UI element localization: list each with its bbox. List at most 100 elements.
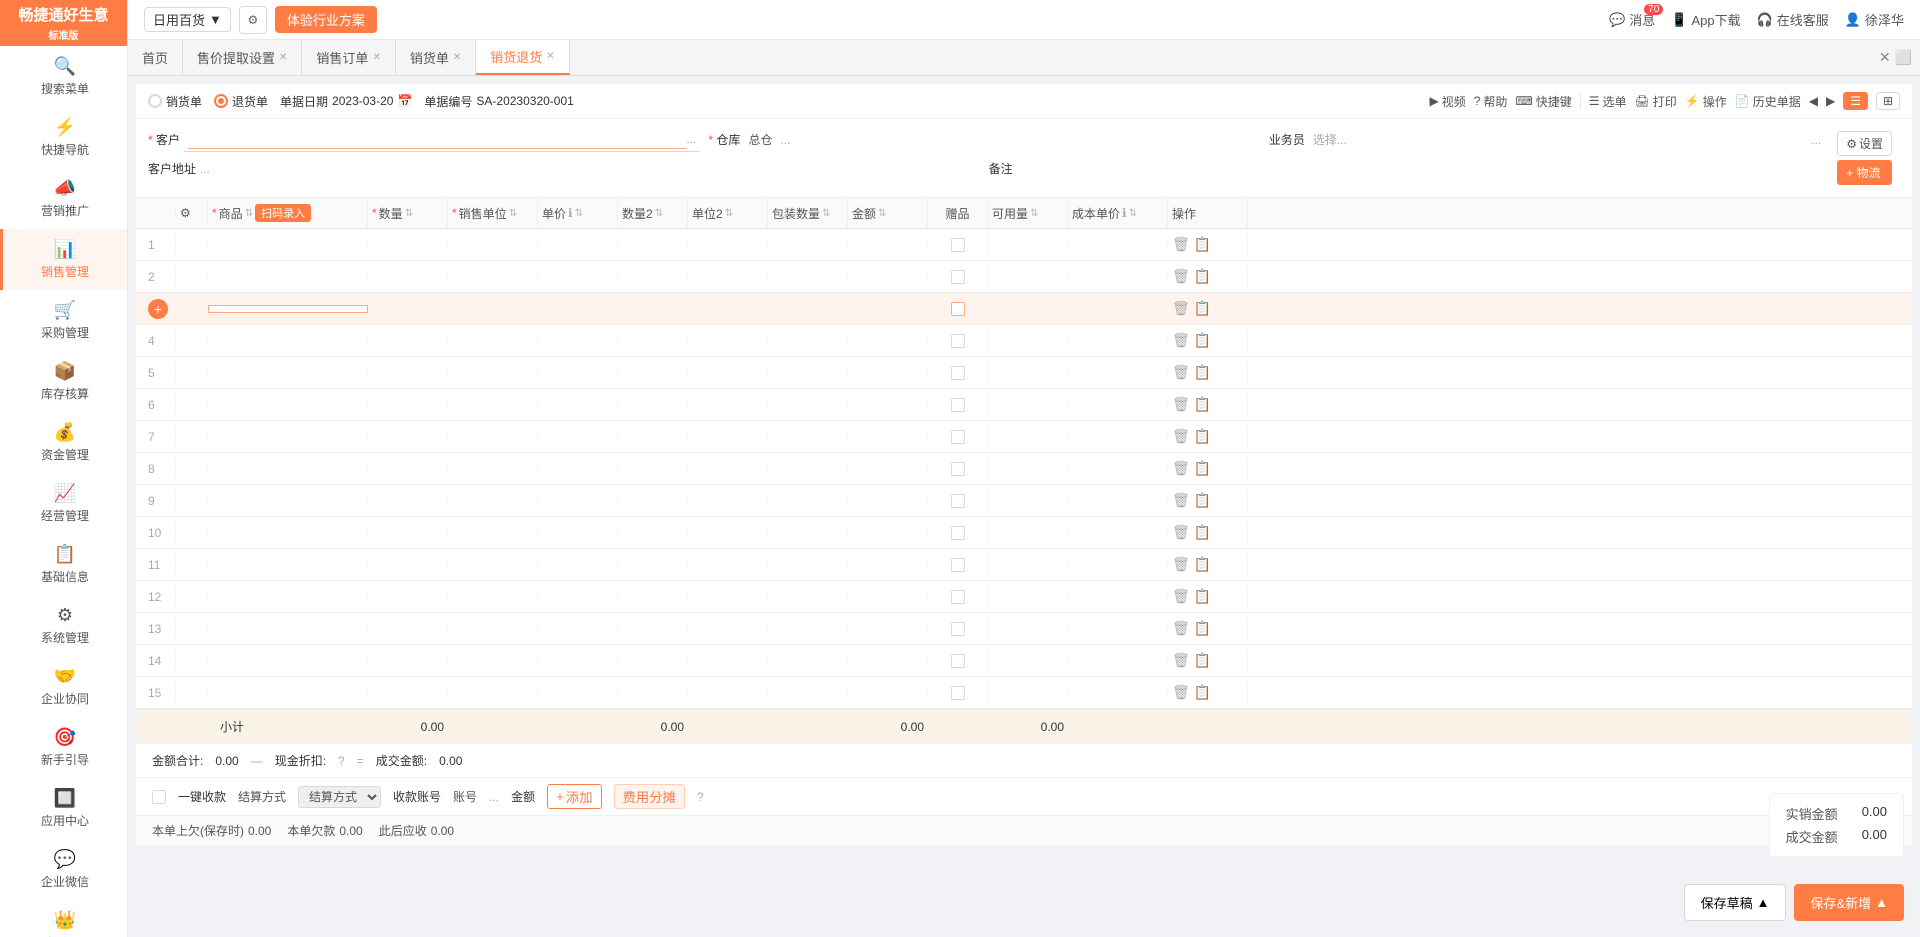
delete-row-icon[interactable]: 🗑 [1172, 332, 1190, 349]
copy-row-icon[interactable]: 📋 [1194, 492, 1211, 509]
copy-row-icon[interactable]: 📋 [1194, 428, 1211, 445]
gift-checkbox[interactable] [951, 270, 965, 284]
sort-icon[interactable]: ⇅ [655, 208, 663, 219]
account-dots[interactable]: ... [489, 790, 499, 804]
tab-price-extract[interactable]: 售价提取设置 ✕ [183, 40, 302, 75]
add-payment-button[interactable]: + 添加 [547, 784, 601, 809]
unit2-cell[interactable] [688, 274, 768, 280]
help-button[interactable]: ? 帮助 [1474, 93, 1508, 110]
unit2-cell[interactable] [688, 306, 768, 312]
delete-row-icon[interactable]: 🗑 [1172, 268, 1190, 285]
price-cell[interactable] [538, 242, 618, 248]
sort-icon[interactable]: ⇅ [245, 208, 253, 219]
sidebar-item-inventory[interactable]: 📦 库存核算 [0, 351, 127, 412]
delete-row-icon[interactable]: 🗑 [1172, 300, 1190, 317]
gift-checkbox[interactable] [951, 462, 965, 476]
select-doc-button[interactable]: ☰ 选单 [1589, 93, 1627, 110]
delete-row-icon[interactable]: 🗑 [1172, 396, 1190, 413]
app-download-button[interactable]: 📱 App下载 [1671, 10, 1740, 29]
category-selector[interactable]: 日用百货 ▼ [144, 7, 231, 32]
chevron-up-icon[interactable]: ▲ [1875, 895, 1888, 910]
add-row-button[interactable]: + [148, 299, 168, 319]
gift-checkbox[interactable] [951, 398, 965, 412]
radio-return[interactable]: 退货单 [214, 93, 268, 110]
gift-checkbox[interactable] [951, 686, 965, 700]
delete-row-icon[interactable]: 🗑 [1172, 428, 1190, 445]
video-help-button[interactable]: ▶ 视频 [1429, 93, 1465, 110]
address-dots[interactable]: ... [200, 162, 210, 176]
delete-row-icon[interactable]: 🗑 [1172, 652, 1190, 669]
sidebar-item-purchase[interactable]: 🛒 采购管理 [0, 290, 127, 351]
sort-icon[interactable]: ⇅ [1129, 208, 1137, 219]
sidebar-item-management[interactable]: 📈 经营管理 [0, 473, 127, 534]
avail-cell[interactable] [988, 274, 1068, 280]
unit2-cell[interactable] [688, 242, 768, 248]
close-window-icon[interactable]: ✕ [1879, 49, 1891, 66]
copy-row-icon[interactable]: 📋 [1194, 652, 1211, 669]
copy-row-icon[interactable]: 📋 [1194, 556, 1211, 573]
amount-cell[interactable] [848, 274, 928, 280]
sort-icon[interactable]: ⇅ [822, 208, 830, 219]
avail-cell[interactable] [988, 242, 1068, 248]
goods-cell[interactable] [208, 305, 368, 313]
sort-icon[interactable]: ⇅ [575, 208, 583, 219]
gift-checkbox[interactable] [951, 654, 965, 668]
delete-row-icon[interactable]: 🗑 [1172, 620, 1190, 637]
amount-cell[interactable] [848, 242, 928, 248]
tab-sales-order[interactable]: 销售订单 ✕ [302, 40, 395, 75]
chevron-up-icon[interactable]: ▲ [1757, 895, 1770, 910]
avail-cell[interactable] [988, 306, 1068, 312]
customer-dots[interactable]: ... [686, 132, 696, 146]
gift-checkbox[interactable] [951, 238, 965, 252]
header-gear-button[interactable]: ⚙ [239, 6, 267, 34]
history-button[interactable]: 📄 历史单据 [1735, 93, 1801, 110]
settle-label[interactable]: 结算方式 [238, 788, 286, 805]
copy-row-icon[interactable]: 📋 [1194, 620, 1211, 637]
delete-row-icon[interactable]: 🗑 [1172, 364, 1190, 381]
unit-cell[interactable] [448, 242, 538, 248]
delete-row-icon[interactable]: 🗑 [1172, 236, 1190, 253]
sort-icon[interactable]: ⇅ [878, 208, 886, 219]
tab-close-icon[interactable]: ✕ [546, 51, 554, 62]
sidebar-item-basic-info[interactable]: 📋 基础信息 [0, 534, 127, 595]
customer-input[interactable]: ... [184, 127, 700, 152]
salesperson-input[interactable]: 选择... [1309, 131, 1807, 148]
copy-row-icon[interactable]: 📋 [1194, 524, 1211, 541]
delete-row-icon[interactable]: 🗑 [1172, 684, 1190, 701]
pkgqty-cell[interactable] [768, 274, 848, 280]
qty2-cell[interactable] [618, 242, 688, 248]
copy-row-icon[interactable]: 📋 [1194, 396, 1211, 413]
detail-view-button[interactable]: ⊞ [1876, 92, 1900, 110]
grid-view-button[interactable]: ☰ [1843, 92, 1868, 110]
sidebar-item-search[interactable]: 🔍 搜索菜单 [0, 46, 127, 107]
next-doc-button[interactable]: ▶ [1826, 94, 1835, 108]
cost-cell[interactable] [1068, 242, 1168, 248]
copy-row-icon[interactable]: 📋 [1194, 236, 1211, 253]
print-button[interactable]: 🖨 打印 [1635, 93, 1677, 110]
copy-row-icon[interactable]: 📋 [1194, 460, 1211, 477]
copy-row-icon[interactable]: 📋 [1194, 588, 1211, 605]
gift-checkbox[interactable] [951, 558, 965, 572]
prev-doc-button[interactable]: ◀ [1809, 94, 1818, 108]
sidebar-item-system[interactable]: ⚙ 系统管理 [0, 595, 127, 656]
gift-checkbox[interactable] [951, 302, 965, 316]
salesperson-dots[interactable]: ... [1811, 133, 1821, 147]
sidebar-item-guide[interactable]: 🎯 新手引导 [0, 717, 127, 778]
sort-icon[interactable]: ⇅ [405, 208, 413, 219]
sidebar-item-collab[interactable]: 🤝 企业协同 [0, 656, 127, 717]
sidebar-item-marketing[interactable]: 📣 营销推广 [0, 168, 127, 229]
settle-method-select[interactable]: 结算方式 [298, 786, 381, 808]
shortcut-button[interactable]: ⌨ 快捷键 [1515, 93, 1571, 110]
gear-icon[interactable]: ⚙ [180, 206, 191, 220]
save-new-button[interactable]: 保存&新增 ▲ [1794, 884, 1904, 921]
sidebar-item-appcenter[interactable]: 🔲 应用中心 [0, 778, 127, 839]
qty2-cell[interactable] [618, 274, 688, 280]
unit-cell[interactable] [448, 274, 538, 280]
sidebar-item-quicknav[interactable]: ⚡ 快捷导航 [0, 107, 127, 168]
price-cell[interactable] [538, 306, 618, 312]
gift-cell[interactable] [928, 235, 988, 255]
sidebar-item-sales[interactable]: 📊 销售管理 [0, 229, 127, 290]
tab-close-icon[interactable]: ✕ [279, 52, 287, 63]
copy-row-icon[interactable]: 📋 [1194, 364, 1211, 381]
pkgqty-cell[interactable] [768, 242, 848, 248]
